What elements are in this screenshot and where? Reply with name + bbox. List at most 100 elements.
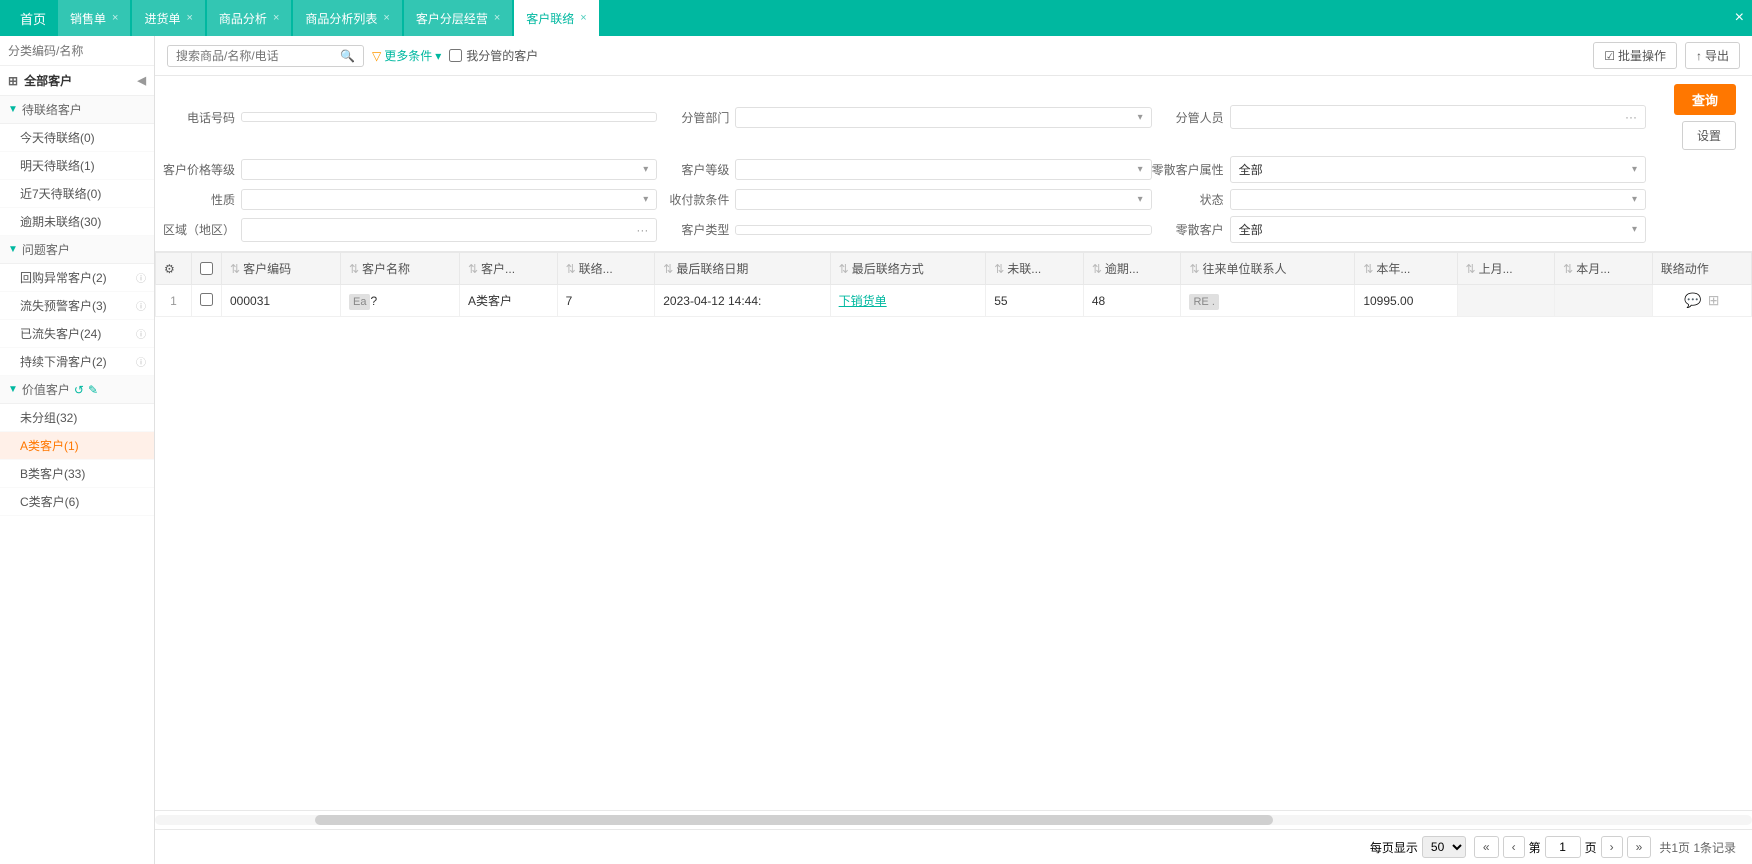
next-page-btn[interactable]: › bbox=[1601, 836, 1623, 858]
nature-select[interactable]: ▾ bbox=[241, 189, 657, 210]
cell-last-method[interactable]: 下销货单 bbox=[830, 285, 986, 317]
sidebar-item-declining[interactable]: 持续下滑客户(2) ⓘ bbox=[0, 348, 154, 376]
edit-icon[interactable]: ✎ bbox=[88, 383, 98, 397]
nav-tab-segment[interactable]: 客户分层经营 × bbox=[404, 0, 512, 36]
section-pending[interactable]: ▼ 待联络客户 bbox=[0, 96, 154, 124]
cell-contact-count: 7 bbox=[557, 285, 655, 317]
sidebar-item-ungroup[interactable]: 未分组(32) bbox=[0, 404, 154, 432]
search-box: 🔍 bbox=[167, 45, 364, 67]
retail-customer-select[interactable]: 全部▾ bbox=[1230, 216, 1646, 243]
h-scrollbar[interactable] bbox=[155, 815, 1752, 825]
section-problem[interactable]: ▼ 问题客户 bbox=[0, 236, 154, 264]
close-analysis-list-tab[interactable]: × bbox=[383, 12, 389, 24]
nav-tab-purchase[interactable]: 进货单 × bbox=[132, 0, 204, 36]
sidebar-item-class-a[interactable]: A类客户(1) bbox=[0, 432, 154, 460]
h-scrollbar-thumb[interactable] bbox=[315, 815, 1273, 825]
filter-icon: ▽ bbox=[372, 49, 381, 63]
refresh-icon[interactable]: ↺ bbox=[74, 383, 84, 397]
sidebar-item-today[interactable]: 今天待联络(0) bbox=[0, 124, 154, 152]
label-payment: 收付款条件 bbox=[657, 191, 729, 208]
sort-icon12: ⇅ bbox=[1563, 262, 1573, 276]
nav-tab-contact[interactable]: 客户联络 × bbox=[514, 0, 598, 36]
info-icon-repurchase: ⓘ bbox=[136, 270, 146, 285]
search-icon: 🔍 bbox=[340, 49, 355, 63]
first-page-btn[interactable]: « bbox=[1474, 836, 1499, 858]
collapse-icon[interactable]: ◀ bbox=[138, 74, 146, 87]
grid-icon: ⊞ bbox=[8, 74, 18, 88]
th-type: ⇅客户... bbox=[459, 253, 557, 285]
cell-checkbox[interactable] bbox=[192, 285, 222, 317]
close-sales-tab[interactable]: × bbox=[112, 12, 118, 24]
my-customers-checkbox[interactable] bbox=[449, 49, 462, 62]
label-retail-customer: 零散客户 bbox=[1152, 221, 1224, 238]
label-customer-level: 客户等级 bbox=[657, 161, 729, 178]
sidebar-item-overdue[interactable]: 逾期未联络(30) bbox=[0, 208, 154, 236]
search-input[interactable] bbox=[176, 49, 336, 63]
label-status: 状态 bbox=[1152, 191, 1224, 208]
page-nav-buttons: « ‹ 第 页 › » bbox=[1474, 836, 1651, 858]
th-settings[interactable]: ⚙ bbox=[156, 253, 192, 285]
close-contact-tab[interactable]: × bbox=[580, 12, 586, 24]
select-all-checkbox[interactable] bbox=[200, 262, 213, 275]
status-select[interactable]: ▾ bbox=[1230, 189, 1646, 210]
info-icon-churn: ⓘ bbox=[136, 298, 146, 313]
sort-icon9: ⇅ bbox=[1189, 262, 1199, 276]
settings-icon: ⚙ bbox=[164, 262, 175, 276]
page-number-input[interactable] bbox=[1545, 836, 1581, 858]
sort-icon5: ⇅ bbox=[663, 262, 673, 276]
cell-annual: 10995.00 bbox=[1355, 285, 1457, 317]
th-company-contact: ⇅往来单位联系人 bbox=[1181, 253, 1355, 285]
nav-tab-sales[interactable]: 销售单 × bbox=[58, 0, 130, 36]
sidebar-search-input[interactable] bbox=[8, 44, 155, 58]
close-segment-tab[interactable]: × bbox=[494, 12, 500, 24]
dept-select[interactable]: ▾ bbox=[735, 107, 1151, 128]
nav-tab-analysis[interactable]: 商品分析 × bbox=[207, 0, 291, 36]
sidebar-item-class-b[interactable]: B类客户(33) bbox=[0, 460, 154, 488]
sidebar-item-7days[interactable]: 近7天待联络(0) bbox=[0, 180, 154, 208]
data-table-area: ⚙ ⇅客户编码 ⇅客户名称 ⇅客户... bbox=[155, 252, 1752, 810]
sidebar-item-class-c[interactable]: C类客户(6) bbox=[0, 488, 154, 516]
region-input[interactable]: ··· bbox=[241, 218, 657, 242]
sort-icon: ⇅ bbox=[230, 262, 240, 276]
sidebar-item-churned[interactable]: 已流失客户(24) ⓘ bbox=[0, 320, 154, 348]
settings-button[interactable]: 设置 bbox=[1682, 121, 1736, 150]
export-button[interactable]: ↑ 导出 bbox=[1685, 42, 1740, 69]
prev-page-btn[interactable]: ‹ bbox=[1503, 836, 1525, 858]
payment-select[interactable]: ▾ bbox=[735, 189, 1151, 210]
table-row: 1 000031 Ea? A类客户 7 2023-04-12 14:44: 下销… bbox=[156, 285, 1752, 317]
sidebar-all-customers[interactable]: ⊞ 全部客户 ◀ bbox=[0, 66, 154, 96]
th-checkbox[interactable] bbox=[192, 253, 222, 285]
customer-level-select[interactable]: ▾ bbox=[735, 159, 1151, 180]
manager-input[interactable]: ··· bbox=[1230, 105, 1646, 129]
customer-type-input[interactable] bbox=[735, 225, 1151, 235]
chat-icon[interactable]: 💬 bbox=[1684, 292, 1701, 309]
th-overdue: ⇅逾期... bbox=[1083, 253, 1181, 285]
phone-input[interactable] bbox=[241, 112, 657, 122]
cell-num: 1 bbox=[156, 285, 192, 317]
sidebar-item-tomorrow[interactable]: 明天待联络(1) bbox=[0, 152, 154, 180]
label-phone: 电话号码 bbox=[163, 109, 235, 126]
retail-attr-select[interactable]: 全部▾ bbox=[1230, 156, 1646, 183]
link-icon[interactable]: ⊞ bbox=[1708, 292, 1720, 309]
price-level-select[interactable]: ▾ bbox=[241, 159, 657, 180]
total-info: 共1页 1条记录 bbox=[1659, 839, 1736, 856]
last-method-link[interactable]: 下销货单 bbox=[839, 294, 887, 308]
row-checkbox[interactable] bbox=[200, 293, 213, 306]
close-purchase-tab[interactable]: × bbox=[186, 12, 192, 24]
cell-row-actions: 💬 ⊞ bbox=[1652, 285, 1751, 317]
batch-ops-button[interactable]: ☑ 批量操作 bbox=[1593, 42, 1677, 69]
sidebar-item-repurchase[interactable]: 回购异常客户(2) ⓘ bbox=[0, 264, 154, 292]
th-uncontacted: ⇅未联... bbox=[986, 253, 1084, 285]
per-page-select[interactable]: 50 bbox=[1422, 836, 1466, 858]
sidebar-item-churn-warning[interactable]: 流失预警客户(3) ⓘ bbox=[0, 292, 154, 320]
more-filters-btn[interactable]: ▽ 更多条件 ▾ bbox=[372, 47, 441, 64]
label-nature: 性质 bbox=[163, 191, 235, 208]
close-all-tabs[interactable]: × bbox=[1735, 9, 1744, 27]
nav-home[interactable]: 首页 bbox=[8, 9, 58, 28]
my-customers-filter: 我分管的客户 bbox=[449, 47, 538, 64]
close-analysis-tab[interactable]: × bbox=[273, 12, 279, 24]
query-button[interactable]: 查询 bbox=[1674, 84, 1736, 115]
nav-tab-analysis-list[interactable]: 商品分析列表 × bbox=[293, 0, 401, 36]
last-page-btn[interactable]: » bbox=[1627, 836, 1652, 858]
section-value[interactable]: ▼ 价值客户 ↺ ✎ bbox=[0, 376, 154, 404]
